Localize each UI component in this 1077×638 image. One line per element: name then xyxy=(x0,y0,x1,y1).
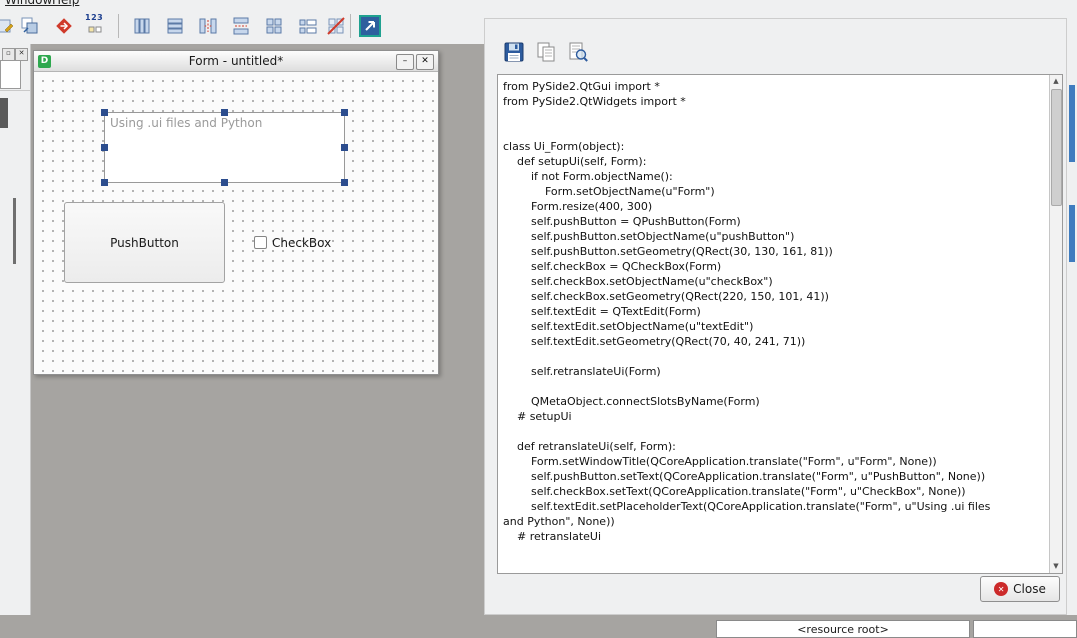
find-icon[interactable] xyxy=(565,39,591,65)
qt-designer-screen: Window Help 123 xyxy=(0,0,1077,638)
scroll-up-icon[interactable]: ▲ xyxy=(1050,75,1062,88)
code-line xyxy=(503,349,1047,364)
textedit-widget[interactable]: Using .ui files and Python xyxy=(104,112,345,183)
checkbox-widget[interactable]: CheckBox xyxy=(254,222,355,263)
left-panel-field[interactable] xyxy=(0,60,21,89)
resource-root-item[interactable]: <resource root> xyxy=(716,620,970,638)
code-line: self.textEdit = QTextEdit(Form) xyxy=(503,304,1047,319)
adjust-size-icon[interactable] xyxy=(356,12,384,40)
raise-widget-icon[interactable] xyxy=(16,12,44,40)
code-line: def retranslateUi(self, Form): xyxy=(503,439,1047,454)
layout-grid-icon[interactable] xyxy=(260,12,288,40)
checkbox-label: CheckBox xyxy=(272,236,331,250)
selection-handle[interactable] xyxy=(101,179,108,186)
layout-horizontally-icon[interactable] xyxy=(128,12,156,40)
left-scrollbar[interactable] xyxy=(13,198,16,264)
code-line: self.pushButton = QPushButton(Form) xyxy=(503,214,1047,229)
layout-form-icon[interactable] xyxy=(294,12,322,40)
code-line: from PySide2.QtWidgets import * xyxy=(503,94,1047,109)
layout-horizontal-splitter-icon[interactable] xyxy=(194,12,222,40)
background-area xyxy=(0,615,30,638)
menu-item-window[interactable]: Window xyxy=(5,0,52,7)
main-toolbar: 123 xyxy=(0,9,484,44)
selection-handle[interactable] xyxy=(341,144,348,151)
code-view[interactable]: from PySide2.QtGui import *from PySide2.… xyxy=(497,74,1063,574)
code-line: # setupUi xyxy=(503,409,1047,424)
form-designer-window: D Form - untitled* – ✕ Using .ui files a… xyxy=(33,50,439,375)
checkbox-indicator[interactable] xyxy=(254,236,267,249)
code-line: Form.setObjectName(u"Form") xyxy=(503,184,1047,199)
code-line: self.checkBox.setText(QCoreApplication.t… xyxy=(503,484,1047,499)
break-layout-icon[interactable] xyxy=(322,12,350,40)
save-icon[interactable] xyxy=(501,39,527,65)
right-edge-scrollbar[interactable] xyxy=(1069,85,1075,162)
scroll-down-icon[interactable]: ▼ xyxy=(1050,560,1062,573)
close-button[interactable]: ✕ xyxy=(416,54,434,70)
selection-handle[interactable] xyxy=(341,109,348,116)
selection-handle[interactable] xyxy=(221,179,228,186)
code-viewer-dialog: from PySide2.QtGui import *from PySide2.… xyxy=(484,18,1067,615)
menu-bar: Window Help xyxy=(0,0,1077,9)
selection-handle[interactable] xyxy=(221,109,228,116)
code-line: self.pushButton.setGeometry(QRect(30, 13… xyxy=(503,244,1047,259)
code-line xyxy=(503,124,1047,139)
layout-vertically-icon[interactable] xyxy=(161,12,189,40)
code-line: Form.setWindowTitle(QCoreApplication.tra… xyxy=(503,454,1047,469)
code-lines: from PySide2.QtGui import *from PySide2.… xyxy=(503,79,1047,569)
resource-panel xyxy=(973,620,1077,638)
code-line: def setupUi(self, Form): xyxy=(503,154,1047,169)
code-line: and Python", None)) xyxy=(503,514,1047,529)
code-line: self.checkBox.setObjectName(u"checkBox") xyxy=(503,274,1047,289)
toolbar-separator xyxy=(118,14,119,38)
code-line: self.checkBox = QCheckBox(Form) xyxy=(503,259,1047,274)
code-line: self.textEdit.setPlaceholderText(QCoreAp… xyxy=(503,499,1047,514)
pushbutton-widget[interactable]: PushButton xyxy=(64,202,225,283)
left-panel-divider xyxy=(0,90,30,91)
code-line: self.pushButton.setObjectName(u"pushButt… xyxy=(503,229,1047,244)
selection-handle[interactable] xyxy=(101,144,108,151)
menu-item-help[interactable]: Help xyxy=(52,0,79,7)
close-x-icon: ✕ xyxy=(994,582,1008,596)
code-line: self.textEdit.setGeometry(QRect(70, 40, … xyxy=(503,334,1047,349)
tab-order-icon[interactable]: 123 xyxy=(82,12,110,40)
code-line: if not Form.objectName(): xyxy=(503,169,1047,184)
textedit-placeholder: Using .ui files and Python xyxy=(110,116,262,130)
code-line: # retranslateUi xyxy=(503,529,1047,544)
selection-handle[interactable] xyxy=(341,179,348,186)
code-line xyxy=(503,379,1047,394)
code-line: self.pushButton.setText(QCoreApplication… xyxy=(503,469,1047,484)
code-line xyxy=(503,109,1047,124)
edit-signals-slots-icon[interactable] xyxy=(50,12,78,40)
close-button-label: Close xyxy=(1013,582,1046,596)
form-window-titlebar[interactable]: D Form - untitled* – ✕ xyxy=(34,51,438,72)
code-line: class Ui_Form(object): xyxy=(503,139,1047,154)
left-panel-icon xyxy=(0,98,8,128)
code-line: self.retranslateUi(Form) xyxy=(503,364,1047,379)
dialog-close-button[interactable]: ✕ Close xyxy=(980,576,1060,602)
toolbar-separator xyxy=(350,14,351,38)
form-window-title: Form - untitled* xyxy=(34,54,438,68)
form-canvas[interactable]: Using .ui files and Python PushButton Ch… xyxy=(34,72,438,374)
code-line xyxy=(503,424,1047,439)
code-line: self.textEdit.setObjectName(u"textEdit") xyxy=(503,319,1047,334)
code-line: from PySide2.QtGui import * xyxy=(503,79,1047,94)
right-edge-scrollbar[interactable] xyxy=(1069,205,1075,262)
code-line: self.checkBox.setGeometry(QRect(220, 150… xyxy=(503,289,1047,304)
left-dock-strip: ▫ ✕ xyxy=(0,44,31,615)
designer-form-icon: D xyxy=(38,55,51,68)
copy-icon[interactable] xyxy=(533,39,559,65)
code-scrollbar[interactable]: ▲ ▼ xyxy=(1049,75,1062,573)
minimize-button[interactable]: – xyxy=(396,54,414,70)
scrollbar-thumb[interactable] xyxy=(1051,89,1062,206)
layout-vertical-splitter-icon[interactable] xyxy=(227,12,255,40)
tab-order-label: 123 xyxy=(85,13,103,22)
code-line: QMetaObject.connectSlotsByName(Form) xyxy=(503,394,1047,409)
code-line: Form.resize(400, 300) xyxy=(503,199,1047,214)
selection-handle[interactable] xyxy=(101,109,108,116)
